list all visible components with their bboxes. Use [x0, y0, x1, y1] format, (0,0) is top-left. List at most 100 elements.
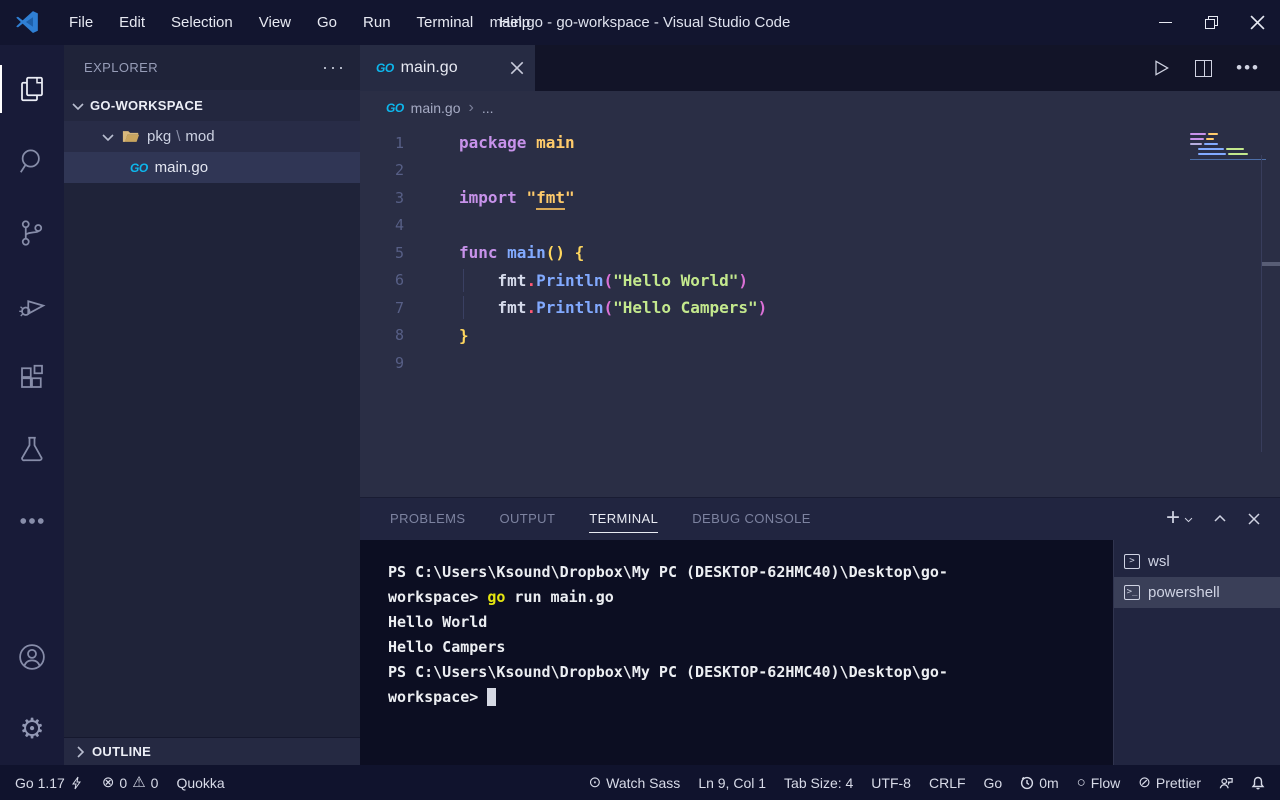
breadcrumb-symbol[interactable]: ... — [482, 100, 494, 116]
status-prettier[interactable]: ⊘ Prettier — [1129, 765, 1210, 800]
status-watch-sass[interactable]: ⊙ Watch Sass — [580, 765, 690, 800]
outline-label: OUTLINE — [92, 744, 151, 759]
menu-item-terminal[interactable]: Terminal — [404, 0, 487, 45]
menu-item-run[interactable]: Run — [350, 0, 404, 45]
breadcrumb[interactable]: GO main.go › ... — [360, 91, 1280, 125]
close-icon — [1250, 15, 1265, 30]
close-button[interactable] — [1234, 0, 1280, 45]
account-icon — [17, 642, 47, 672]
code-line: 6 fmt.Println("Hello World") — [360, 267, 1280, 295]
settings-button[interactable]: ⚙ — [0, 693, 64, 765]
status-cursor-position[interactable]: Ln 9, Col 1 — [689, 765, 775, 800]
restore-button[interactable] — [1188, 0, 1234, 45]
tree-item-workspace[interactable]: GO-WORKSPACE — [64, 90, 360, 121]
panel-tab-terminal[interactable]: TERMINAL — [589, 505, 658, 533]
activity-testing-button[interactable] — [0, 413, 64, 485]
circle-icon: ○ — [1077, 775, 1086, 790]
feedback-button[interactable] — [1210, 765, 1242, 800]
outline-section-header[interactable]: OUTLINE — [64, 737, 360, 765]
run-and-debug-icon — [17, 290, 47, 320]
folder-name: pkg — [147, 128, 171, 145]
activity-search-button[interactable] — [0, 125, 64, 197]
tree-item-pkg-mod-folder[interactable]: pkg \ mod — [64, 121, 360, 152]
status-flow[interactable]: ○ Flow — [1068, 765, 1130, 800]
terminal-tab-wsl[interactable]: >wsl — [1114, 546, 1280, 577]
overview-ruler — [1261, 155, 1262, 452]
activity-source-control-button[interactable] — [0, 197, 64, 269]
error-icon: ⊗ — [102, 775, 115, 790]
warning-icon: ⚠ — [132, 775, 145, 790]
status-tab-size[interactable]: Tab Size: 4 — [775, 765, 862, 800]
editor-scrollbar[interactable] — [1262, 262, 1280, 266]
breadcrumb-file[interactable]: main.go — [411, 100, 461, 116]
gear-icon: ⚙ — [19, 715, 44, 743]
code-line: 3import "fmt" — [360, 184, 1280, 212]
status-language[interactable]: Go — [975, 765, 1012, 800]
split-editor-button[interactable] — [1195, 60, 1212, 77]
folder-name-separator: \ — [176, 128, 180, 145]
menu-item-view[interactable]: View — [246, 0, 304, 45]
status-bar: Go 1.17 ⊗ 0 ⚠ 0 Quokka ⊙ Watch Sass Ln 9… — [0, 765, 1280, 800]
menu-item-edit[interactable]: Edit — [106, 0, 158, 45]
line-number: 6 — [360, 271, 424, 289]
menu-item-selection[interactable]: Selection — [158, 0, 246, 45]
menu-item-go[interactable]: Go — [304, 0, 350, 45]
line-number: 3 — [360, 189, 424, 207]
ellipsis-icon — [17, 506, 47, 536]
line-number: 1 — [360, 134, 424, 152]
line-number: 9 — [360, 354, 424, 372]
chevron-right-icon — [72, 744, 88, 760]
tree-item-main-go[interactable]: GO main.go — [64, 152, 360, 183]
tab-main-go[interactable]: GO main.go — [360, 45, 535, 91]
panel-tab-problems[interactable]: PROBLEMS — [390, 505, 465, 533]
status-eol[interactable]: CRLF — [920, 765, 975, 800]
activity-more-button[interactable] — [0, 485, 64, 557]
status-encoding[interactable]: UTF-8 — [862, 765, 920, 800]
line-number: 4 — [360, 216, 424, 234]
terminal-icon: > — [1124, 554, 1140, 569]
panel-tab-bar: PROBLEMS OUTPUT TERMINAL DEBUG CONSOLE — [390, 505, 811, 533]
line-number: 2 — [360, 161, 424, 179]
minimize-button[interactable] — [1142, 0, 1188, 45]
terminal-tab-powershell[interactable]: >_powershell — [1114, 577, 1280, 608]
title-bar: FileEditSelectionViewGoRunTerminalHelp m… — [0, 0, 1280, 45]
menu-item-help[interactable]: Help — [486, 0, 543, 45]
new-terminal-button[interactable]: + — [1166, 509, 1194, 530]
activity-bar: ⚙ — [0, 45, 64, 765]
status-problems[interactable]: ⊗ 0 ⚠ 0 — [93, 765, 168, 800]
run-code-button[interactable] — [1151, 58, 1171, 78]
editor-more-actions-button[interactable]: ••• — [1236, 58, 1260, 78]
workspace-label: GO-WORKSPACE — [90, 98, 203, 113]
source-control-icon — [17, 218, 47, 248]
tab-close-button[interactable] — [509, 60, 525, 76]
sidebar-more-actions-button[interactable]: ··· — [322, 57, 346, 78]
terminal-output[interactable]: PS C:\Users\Ksound\Dropbox\My PC (DESKTO… — [360, 540, 1113, 765]
status-go-version[interactable]: Go 1.17 — [6, 765, 93, 800]
panel-tab-debug-console[interactable]: DEBUG CONSOLE — [692, 505, 811, 533]
maximize-panel-button[interactable] — [1212, 511, 1228, 527]
menu-item-file[interactable]: File — [56, 0, 106, 45]
activity-explorer-button[interactable] — [0, 53, 64, 125]
explorer-sidebar: EXPLORER ··· GO-WORKSPACE pkg \ mod — [64, 45, 360, 765]
close-panel-button[interactable] — [1246, 511, 1262, 527]
activity-run-debug-button[interactable] — [0, 269, 64, 341]
person-feedback-icon — [1219, 776, 1233, 790]
terminal-line: Hello World — [388, 610, 1097, 635]
terminal-line: PS C:\Users\Ksound\Dropbox\My PC (DESKTO… — [388, 660, 1097, 685]
panel-tab-output[interactable]: OUTPUT — [499, 505, 555, 533]
files-icon — [17, 74, 47, 104]
vscode-logo-icon — [14, 10, 40, 36]
code-editor[interactable]: 1package main23import "fmt"45func main()… — [360, 125, 1280, 497]
minimap[interactable] — [1190, 133, 1266, 160]
bottom-panel: PROBLEMS OUTPUT TERMINAL DEBUG CONSOLE + PS… — [360, 497, 1280, 765]
file-name: main.go — [155, 159, 208, 176]
status-quokka[interactable]: Quokka — [167, 765, 233, 800]
terminal-line: Hello Campers — [388, 635, 1097, 660]
chevron-down-icon — [70, 98, 86, 114]
notifications-button[interactable] — [1242, 765, 1274, 800]
chevron-down-icon[interactable] — [1183, 514, 1194, 525]
activity-extensions-button[interactable] — [0, 341, 64, 413]
status-timer[interactable]: 0m — [1011, 765, 1067, 800]
code-line: 2 — [360, 157, 1280, 185]
account-button[interactable] — [0, 621, 64, 693]
